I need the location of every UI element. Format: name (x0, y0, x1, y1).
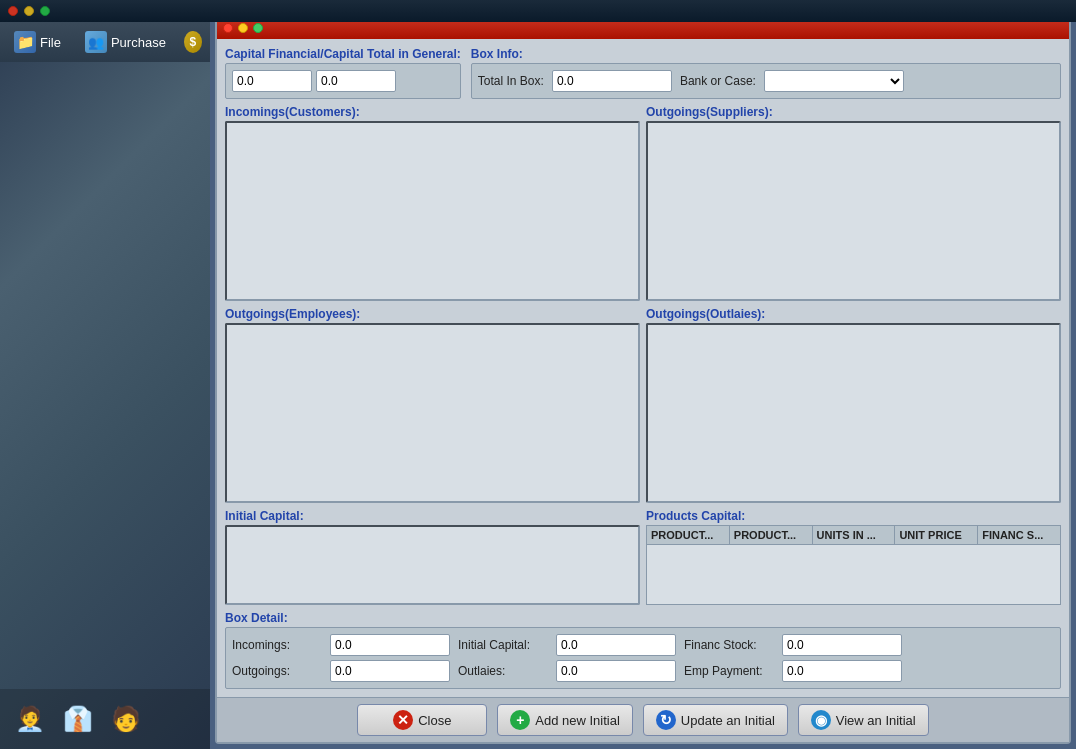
top-row: Capital Financial/Capital Total in Gener… (225, 47, 1061, 99)
bank-or-case-select[interactable] (764, 70, 904, 92)
close-icon: ✕ (393, 710, 413, 730)
outgoings-employees-label: Outgoings(Employees): (225, 307, 640, 321)
initial-capital-field-input[interactable] (556, 634, 676, 656)
dialog-body: Capital Financial/Capital Total in Gener… (217, 39, 1069, 697)
col-financ: FINANC S... (978, 526, 1060, 544)
initial-capital-listbox[interactable] (225, 525, 640, 605)
close-button[interactable]: ✕ Close (357, 704, 487, 736)
person-icon-1: 🧑‍💼 (10, 699, 50, 739)
purchase-menu-label: Purchase (111, 35, 166, 50)
box-detail-fields: Incomings: Initial Capital: Financ Stock… (225, 627, 1061, 689)
outgoings-suppliers-section: Outgoings(Suppliers): (646, 105, 1061, 301)
bottom-icons-bar: 🧑‍💼 👔 🧑 (0, 689, 210, 749)
products-capital-label: Products Capital: (646, 509, 1061, 523)
add-icon: + (510, 710, 530, 730)
dialog-minimize-dot[interactable] (238, 23, 248, 33)
background-panel (0, 0, 210, 749)
view-button-label: View an Initial (836, 713, 916, 728)
update-initial-button[interactable]: ↻ Update an Initial (643, 704, 788, 736)
box-info-row: Total In Box: Bank or Case: (471, 63, 1061, 99)
products-capital-section: Products Capital: PRODUCT... PRODUCT... … (646, 509, 1061, 605)
add-initial-button[interactable]: + Add new Initial (497, 704, 633, 736)
emp-payment-input[interactable] (782, 660, 902, 682)
purchase-menu-item[interactable]: 👥 Purchase (79, 27, 172, 57)
incomings-field-label: Incomings: (232, 638, 322, 652)
financ-stock-input[interactable] (782, 634, 902, 656)
products-table-header: PRODUCT... PRODUCT... UNITS IN ... UNIT … (646, 525, 1061, 545)
capital-section: Capital Financial/Capital Total in Gener… (225, 47, 461, 99)
file-menu-item[interactable]: 📁 File (8, 27, 67, 57)
close-button-label: Close (418, 713, 451, 728)
outgoings-suppliers-listbox[interactable] (646, 121, 1061, 301)
purchase-icon: 👥 (85, 31, 107, 53)
sections-grid: Incomings(Customers): Outgoings(Supplier… (225, 105, 1061, 503)
bank-or-case-label: Bank or Case: (680, 74, 756, 88)
total-in-box-input[interactable] (552, 70, 672, 92)
capital-section-label: Capital Financial/Capital Total in Gener… (225, 47, 461, 61)
box-info-section: Box Info: Total In Box: Bank or Case: (471, 47, 1061, 99)
incomings-field-input[interactable] (330, 634, 450, 656)
main-dialog: Capital Financial/Capital Total in Gener… (215, 15, 1071, 744)
file-icon: 📁 (14, 31, 36, 53)
outlaies-input[interactable] (556, 660, 676, 682)
person-icon-3: 🧑 (106, 699, 146, 739)
initial-capital-field-label: Initial Capital: (458, 638, 548, 652)
money-icon: $ (184, 31, 202, 53)
update-icon: ↻ (656, 710, 676, 730)
outgoings-suppliers-label: Outgoings(Suppliers): (646, 105, 1061, 119)
financ-stock-label: Financ Stock: (684, 638, 774, 652)
initial-capital-label: Initial Capital: (225, 509, 640, 523)
col-product1: PRODUCT... (647, 526, 730, 544)
dialog-close-dot[interactable] (223, 23, 233, 33)
box-info-label: Box Info: (471, 47, 1061, 61)
outgoings-field-label: Outgoings: (232, 664, 322, 678)
outgoings-outlaies-section: Outgoings(Outlaies): (646, 307, 1061, 503)
outgoings-field-input[interactable] (330, 660, 450, 682)
menu-bar: 📁 File 👥 Purchase $ (0, 22, 210, 62)
initial-capital-section: Initial Capital: (225, 509, 640, 605)
col-product2: PRODUCT... (730, 526, 813, 544)
add-button-label: Add new Initial (535, 713, 620, 728)
view-initial-button[interactable]: ◉ View an Initial (798, 704, 929, 736)
view-icon: ◉ (811, 710, 831, 730)
file-menu-label: File (40, 35, 61, 50)
capital-value2-input[interactable] (316, 70, 396, 92)
box-detail-container: Box Detail: Incomings: Initial Capital: … (225, 611, 1061, 689)
box-detail-row-1: Incomings: Initial Capital: Financ Stock… (232, 634, 1054, 656)
incomings-customers-section: Incomings(Customers): (225, 105, 640, 301)
col-unit-price: UNIT PRICE (895, 526, 978, 544)
col-units: UNITS IN ... (813, 526, 896, 544)
maximize-dot[interactable] (40, 6, 50, 16)
update-button-label: Update an Initial (681, 713, 775, 728)
bottom-sections: Initial Capital: Products Capital: PRODU… (225, 509, 1061, 605)
person-icon-2: 👔 (58, 699, 98, 739)
capital-inputs-container (225, 63, 461, 99)
outgoings-employees-section: Outgoings(Employees): (225, 307, 640, 503)
box-detail-row-2: Outgoings: Outlaies: Emp Payment: (232, 660, 1054, 682)
top-bar (0, 0, 1076, 22)
products-table-body[interactable] (646, 545, 1061, 605)
outgoings-outlaies-label: Outgoings(Outlaies): (646, 307, 1061, 321)
incomings-customers-listbox[interactable] (225, 121, 640, 301)
box-detail-label: Box Detail: (225, 611, 1061, 625)
outgoings-outlaies-listbox[interactable] (646, 323, 1061, 503)
total-in-box-label: Total In Box: (478, 74, 544, 88)
incomings-customers-label: Incomings(Customers): (225, 105, 640, 119)
minimize-dot[interactable] (24, 6, 34, 16)
button-bar: ✕ Close + Add new Initial ↻ Update an In… (217, 697, 1069, 742)
outgoings-employees-listbox[interactable] (225, 323, 640, 503)
outlaies-label: Outlaies: (458, 664, 548, 678)
dialog-maximize-dot[interactable] (253, 23, 263, 33)
emp-payment-label: Emp Payment: (684, 664, 774, 678)
close-dot[interactable] (8, 6, 18, 16)
capital-value1-input[interactable] (232, 70, 312, 92)
